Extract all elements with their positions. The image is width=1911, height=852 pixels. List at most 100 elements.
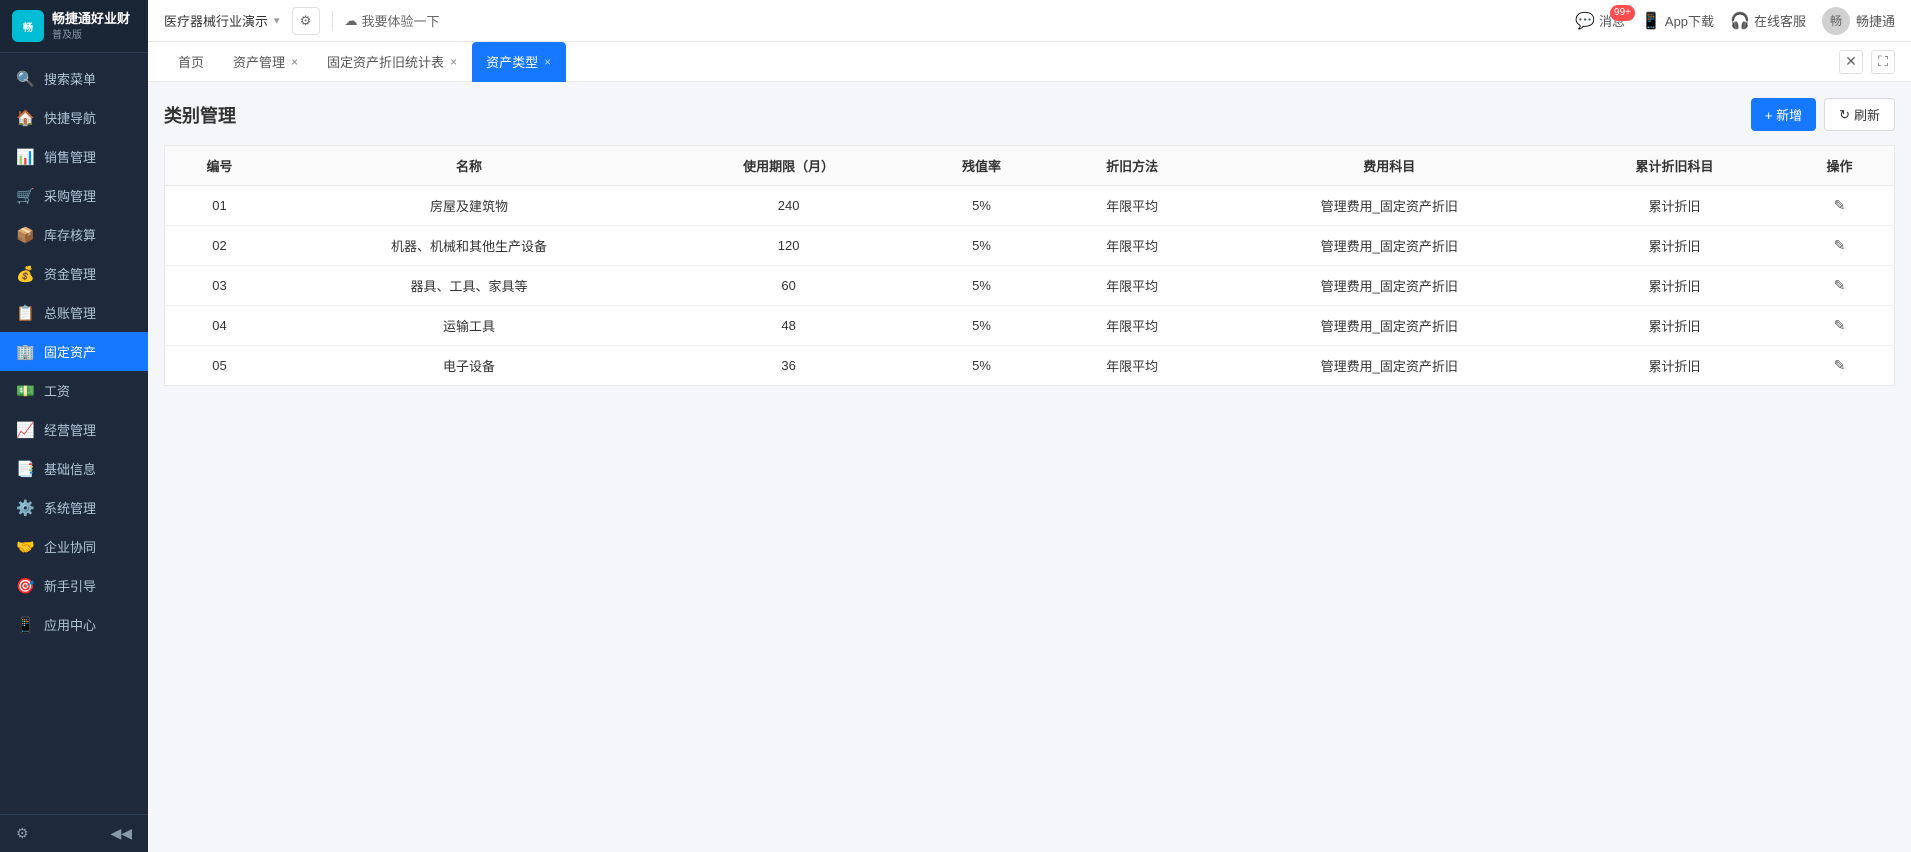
sidebar-item-app-center[interactable]: 📱应用中心 xyxy=(0,605,148,644)
sidebar-item-label: 资金管理 xyxy=(44,264,96,283)
cell-residual-rate: 5% xyxy=(913,306,1050,346)
edit-icon[interactable]: ✎ xyxy=(1834,277,1846,293)
sidebar-item-label: 搜索菜单 xyxy=(44,69,96,88)
sidebar-item-purchase[interactable]: 🛒采购管理 xyxy=(0,176,148,215)
sidebar-item-label: 快捷导航 xyxy=(44,108,96,127)
module-name: 医疗器械行业演示 xyxy=(164,11,268,30)
cell-code: 03 xyxy=(165,266,274,306)
sidebar-item-label: 系统管理 xyxy=(44,498,96,517)
cell-expense-account: 管理费用_固定资产折旧 xyxy=(1215,306,1564,346)
table-row: 02 机器、机械和其他生产设备 120 5% 年限平均 管理费用_固定资产折旧 … xyxy=(165,226,1895,266)
tab-home[interactable]: 首页 xyxy=(164,42,219,82)
cell-depreciation-method: 年限平均 xyxy=(1050,306,1215,346)
cell-code: 04 xyxy=(165,306,274,346)
tab-asset-type[interactable]: 资产类型× xyxy=(472,42,566,82)
cell-residual-rate: 5% xyxy=(913,266,1050,306)
module-selector[interactable]: 医疗器械行业演示 ▾ xyxy=(164,11,280,30)
settings-footer-icon[interactable]: ⚙ xyxy=(16,825,29,842)
sidebar-item-inventory[interactable]: 📦 库存核算 xyxy=(0,215,148,254)
tab-close-icon[interactable]: × xyxy=(291,55,298,69)
cell-residual-rate: 5% xyxy=(913,346,1050,386)
tab-close-button[interactable]: ✕ xyxy=(1839,50,1863,74)
table-header-cell: 使用期限（月） xyxy=(664,146,913,186)
tab-depreciation-table[interactable]: 固定资产折旧统计表 × xyxy=(313,42,472,82)
cell-period: 120 xyxy=(664,226,913,266)
cell-action[interactable]: ✎ xyxy=(1785,306,1895,346)
purchase-icon: 🛒 xyxy=(16,187,34,205)
experience-button[interactable]: ☁ 我要体验一下 xyxy=(345,11,440,30)
edit-icon[interactable]: ✎ xyxy=(1834,317,1846,333)
experience-label: 我要体验一下 xyxy=(362,11,440,30)
edit-icon[interactable]: ✎ xyxy=(1834,237,1846,253)
app-download-action[interactable]: 📱 App下载 xyxy=(1641,11,1714,31)
sidebar-item-ledger[interactable]: 📋总账管理 xyxy=(0,293,148,332)
sidebar-item-system[interactable]: ⚙️系统管理 xyxy=(0,488,148,527)
cell-code: 01 xyxy=(165,186,274,226)
table-header-cell: 折旧方法 xyxy=(1050,146,1215,186)
cell-action[interactable]: ✎ xyxy=(1785,346,1895,386)
add-button[interactable]: + 新增 xyxy=(1751,98,1816,131)
cell-period: 48 xyxy=(664,306,913,346)
user-info[interactable]: 畅 畅捷通 xyxy=(1822,7,1895,35)
edit-icon[interactable]: ✎ xyxy=(1834,357,1846,373)
online-service-action[interactable]: 🎧 在线客服 xyxy=(1730,11,1806,31)
module-chevron-icon: ▾ xyxy=(274,14,280,27)
cell-accumulated-account[interactable]: 累计折旧 xyxy=(1564,226,1785,266)
table-header-cell: 名称 xyxy=(274,146,664,186)
topbar-settings-button[interactable]: ⚙ xyxy=(292,7,320,35)
app-logo: 畅 xyxy=(12,10,44,42)
tab-close-icon[interactable]: × xyxy=(450,55,457,69)
cell-residual-rate: 5% xyxy=(913,226,1050,266)
message-action[interactable]: 💬 消息 99+ xyxy=(1575,11,1625,31)
main-content: 医疗器械行业演示 ▾ ⚙ ☁ 我要体验一下 💬 消息 99+ 📱 App下载 🎧… xyxy=(148,0,1911,852)
app-name: 畅捷通好业财 xyxy=(52,11,130,27)
tab-asset-mgmt[interactable]: 资产管理× xyxy=(219,42,313,82)
sidebar-item-fixed-assets[interactable]: 🏢固定资产 xyxy=(0,332,148,371)
sidebar-item-label: 经营管理 xyxy=(44,420,96,439)
cell-accumulated-account[interactable]: 累计折旧 xyxy=(1564,266,1785,306)
cell-period: 36 xyxy=(664,346,913,386)
sidebar-item-quick-nav[interactable]: 🏠 快捷导航 xyxy=(0,98,148,137)
tab-label: 固定资产折旧统计表 xyxy=(327,52,444,71)
collapse-sidebar-icon[interactable]: ◀◀ xyxy=(110,825,132,842)
operations-icon: 📈 xyxy=(16,421,34,439)
guide-icon: 🎯 xyxy=(16,577,34,595)
sidebar-item-capital[interactable]: 💰资金管理 xyxy=(0,254,148,293)
sidebar-item-salary[interactable]: 💵工资 xyxy=(0,371,148,410)
sidebar-item-sales[interactable]: 📊销售管理 xyxy=(0,137,148,176)
cell-accumulated-account[interactable]: 累计折旧 xyxy=(1564,346,1785,386)
topbar: 医疗器械行业演示 ▾ ⚙ ☁ 我要体验一下 💬 消息 99+ 📱 App下载 🎧… xyxy=(148,0,1911,42)
topbar-divider xyxy=(332,11,333,31)
cell-name: 电子设备 xyxy=(274,346,664,386)
sidebar-item-guide[interactable]: 🎯新手引导 xyxy=(0,566,148,605)
cell-action[interactable]: ✎ xyxy=(1785,186,1895,226)
cell-action[interactable]: ✎ xyxy=(1785,226,1895,266)
sidebar-item-operations[interactable]: 📈 经营管理 xyxy=(0,410,148,449)
basic-info-icon: 📑 xyxy=(16,460,34,478)
cell-code: 02 xyxy=(165,226,274,266)
table-header-cell: 累计折旧科目 xyxy=(1564,146,1785,186)
app-version: 普及版 xyxy=(52,26,130,41)
cell-period: 240 xyxy=(664,186,913,226)
edit-icon[interactable]: ✎ xyxy=(1834,197,1846,213)
page-title: 类别管理 xyxy=(164,102,236,128)
cell-action[interactable]: ✎ xyxy=(1785,266,1895,306)
sidebar-item-search[interactable]: 🔍搜索菜单 xyxy=(0,59,148,98)
page-header: 类别管理 + 新增 ↻ 刷新 xyxy=(164,98,1895,131)
tab-expand-button[interactable]: ⛶ xyxy=(1871,50,1895,74)
table-row: 01 房屋及建筑物 240 5% 年限平均 管理费用_固定资产折旧 累计折旧 ✎ xyxy=(165,186,1895,226)
sidebar-header: 畅 畅捷通好业财 普及版 xyxy=(0,0,148,53)
tab-close-icon[interactable]: × xyxy=(544,55,551,69)
sidebar-item-label: 库存核算 xyxy=(44,225,96,244)
cell-accumulated-account[interactable]: 累计折旧 xyxy=(1564,306,1785,346)
inventory-icon: 📦 xyxy=(16,226,34,244)
cell-depreciation-method: 年限平均 xyxy=(1050,186,1215,226)
sidebar-item-basic-info[interactable]: 📑基础信息 xyxy=(0,449,148,488)
refresh-button[interactable]: ↻ 刷新 xyxy=(1824,98,1895,131)
quick-nav-icon: 🏠 xyxy=(16,109,34,127)
cell-expense-account: 管理费用_固定资产折旧 xyxy=(1215,226,1564,266)
sidebar-item-enterprise[interactable]: 🤝企业协同 xyxy=(0,527,148,566)
cell-accumulated-account[interactable]: 累计折旧 xyxy=(1564,186,1785,226)
table-row: 05 电子设备 36 5% 年限平均 管理费用_固定资产折旧 累计折旧 ✎ xyxy=(165,346,1895,386)
table-header-cell: 操作 xyxy=(1785,146,1895,186)
